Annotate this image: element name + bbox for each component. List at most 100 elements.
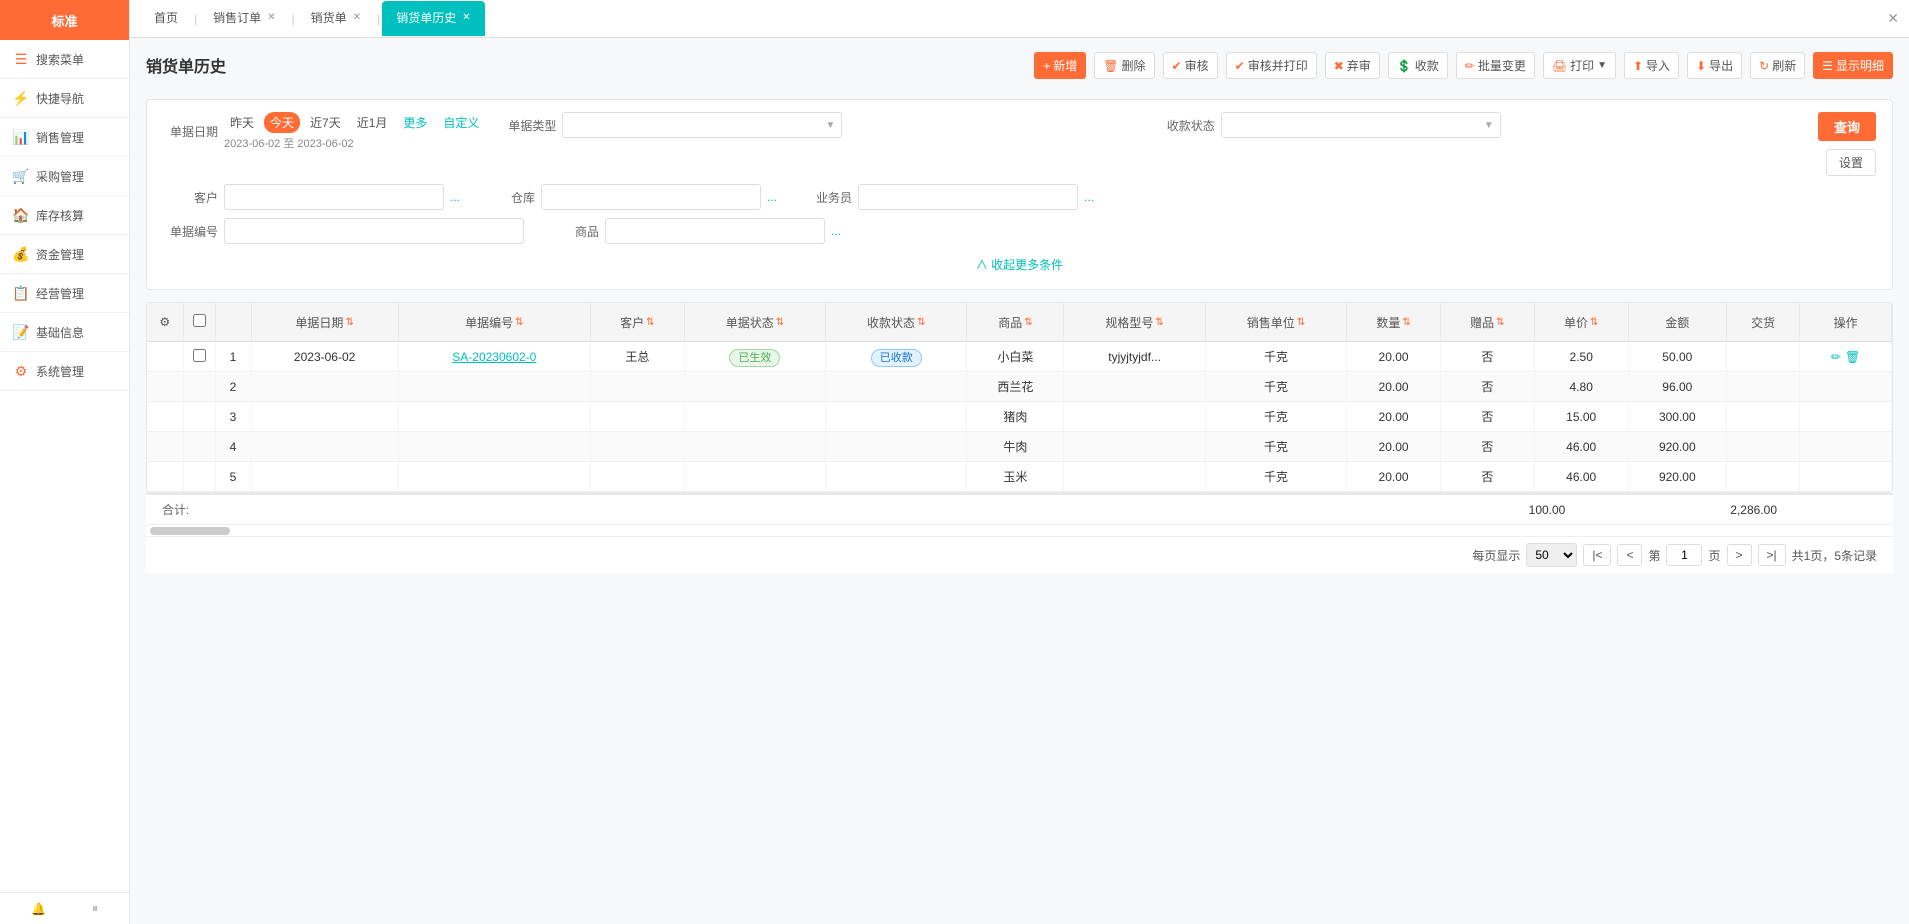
- goods-ellipsis[interactable]: ...: [831, 224, 841, 238]
- row-checkbox-cell: [183, 462, 215, 492]
- row-gift: 否: [1440, 372, 1534, 402]
- row-transaction: [1726, 342, 1799, 372]
- doc-no-input[interactable]: [224, 218, 524, 244]
- select-all-checkbox[interactable]: [193, 314, 206, 327]
- collapse-filter-btn[interactable]: ∧ 收起更多条件: [163, 252, 1876, 277]
- payment-status-select[interactable]: ▼: [1221, 112, 1501, 138]
- tab-sales-history[interactable]: 销货单历史 ✕: [382, 1, 484, 36]
- audit-button[interactable]: ✔ 审核: [1163, 52, 1218, 79]
- th-doc-date[interactable]: 单据日期⇅: [251, 303, 398, 342]
- audit-print-button[interactable]: ✔ 审核并打印: [1226, 52, 1317, 79]
- page-content: 销货单历史 + 新增 🗑 删除 ✔ 审核 ✔ 审核并打印: [130, 38, 1909, 924]
- tab-sales-order[interactable]: 销售订单 ✕: [199, 1, 289, 36]
- abandon-button[interactable]: ✖ 弃审: [1325, 52, 1380, 79]
- th-doc-status[interactable]: 单据状态⇅: [684, 303, 825, 342]
- delete-action-link[interactable]: 🗑: [1845, 350, 1860, 364]
- page-suffix: 页: [1708, 547, 1720, 564]
- doc-no-label: 单据编号: [163, 223, 218, 240]
- edit-action-link[interactable]: ✏: [1831, 350, 1841, 364]
- print-button[interactable]: 🖨 打印 ▼: [1543, 52, 1616, 79]
- customer-ellipsis[interactable]: ...: [450, 190, 460, 204]
- close-sales-delivery-icon[interactable]: ✕: [353, 12, 361, 23]
- scroll-thumb[interactable]: [150, 527, 230, 535]
- sidebar-item-ops-mgmt[interactable]: 📋 经营管理: [0, 274, 129, 313]
- tab-bar-close-all[interactable]: ✕: [1887, 10, 1899, 27]
- row-quantity: 20.00: [1347, 372, 1441, 402]
- sidebar-item-inventory[interactable]: 🏠 库存核算: [0, 196, 129, 235]
- current-page-input[interactable]: [1666, 544, 1702, 566]
- warehouse-input[interactable]: [541, 184, 761, 210]
- row-settings-cell: [147, 402, 183, 432]
- sidebar-item-basic-info[interactable]: 📝 基础信息: [0, 313, 129, 352]
- row-checkbox[interactable]: [193, 349, 206, 362]
- refresh-icon: ↻: [1759, 59, 1769, 73]
- sidebar-item-quick-nav[interactable]: ⚡ 快捷导航: [0, 79, 129, 118]
- th-goods[interactable]: 商品⇅: [967, 303, 1064, 342]
- sort-doc-date-icon: ⇅: [345, 317, 353, 328]
- per-page-select[interactable]: 50 100 200: [1526, 543, 1577, 567]
- th-spec[interactable]: 规格型号⇅: [1064, 303, 1205, 342]
- row-quantity: 20.00: [1347, 342, 1441, 372]
- th-unit-price[interactable]: 单价⇅: [1534, 303, 1628, 342]
- setting-button[interactable]: 设置: [1826, 149, 1876, 176]
- warehouse-ellipsis[interactable]: ...: [767, 190, 777, 204]
- last-page-button[interactable]: >|: [1758, 544, 1786, 566]
- date-tag-custom[interactable]: 自定义: [437, 112, 485, 133]
- first-page-button[interactable]: |<: [1583, 544, 1611, 566]
- prev-page-button[interactable]: <: [1617, 544, 1642, 566]
- settings-gear-icon[interactable]: ⚙: [153, 311, 177, 333]
- date-tag-more[interactable]: 更多: [397, 112, 433, 133]
- import-button[interactable]: ⬆ 导入: [1624, 52, 1679, 79]
- audit-icon: ✔: [1172, 59, 1182, 73]
- sidebar-item-search-menu[interactable]: ☰ 搜索菜单: [0, 40, 129, 79]
- row-quantity: 20.00: [1347, 462, 1441, 492]
- batch-change-button[interactable]: ✏ 批量变更: [1456, 52, 1535, 79]
- query-button[interactable]: 查询: [1818, 112, 1876, 141]
- date-tag-7days[interactable]: 近7天: [304, 112, 347, 133]
- close-sales-history-icon[interactable]: ✕: [462, 12, 470, 23]
- row-goods: 牛肉: [967, 432, 1064, 462]
- date-tag-today[interactable]: 今天: [264, 112, 300, 133]
- goods-input[interactable]: [605, 218, 825, 244]
- th-quantity[interactable]: 数量⇅: [1347, 303, 1441, 342]
- sidebar-item-purchase-mgmt[interactable]: 🛒 采购管理: [0, 157, 129, 196]
- doc-no-link[interactable]: SA-20230602-0: [452, 350, 536, 364]
- close-sales-order-icon[interactable]: ✕: [267, 12, 275, 23]
- horizontal-scrollbar[interactable]: [146, 524, 1893, 536]
- date-tag-1month[interactable]: 近1月: [351, 112, 394, 133]
- sidebar-footer-icon2[interactable]: ⏸: [92, 901, 98, 916]
- sidebar-item-sys-mgmt[interactable]: ⚙ 系统管理: [0, 352, 129, 391]
- sidebar-footer-icon1[interactable]: 🔔: [31, 902, 46, 916]
- row-payment-status: [826, 432, 967, 462]
- th-customer[interactable]: 客户⇅: [590, 303, 684, 342]
- date-tag-yesterday[interactable]: 昨天: [224, 112, 260, 133]
- row-gift: 否: [1440, 342, 1534, 372]
- th-unit[interactable]: 销售单位⇅: [1205, 303, 1346, 342]
- new-button[interactable]: + 新增: [1034, 52, 1086, 79]
- tab-home[interactable]: 首页: [140, 1, 192, 36]
- export-button[interactable]: ⬇ 导出: [1687, 52, 1742, 79]
- tab-bar: 首页 | 销售订单 ✕ | 销货单 ✕ | 销货单历史 ✕ ✕: [130, 0, 1909, 38]
- customer-label: 客户: [163, 189, 218, 206]
- row-spec: tyjyjtyjdf...: [1064, 342, 1205, 372]
- table-row: 4牛肉千克20.00否46.00920.00: [147, 432, 1892, 462]
- sidebar-item-sales-mgmt[interactable]: 📊 销售管理: [0, 118, 129, 157]
- th-gift[interactable]: 赠品⇅: [1440, 303, 1534, 342]
- search-menu-icon: ☰: [12, 50, 30, 68]
- doc-type-select[interactable]: ▼: [562, 112, 842, 138]
- sidebar-item-finance[interactable]: 💰 资金管理: [0, 235, 129, 274]
- customer-input[interactable]: [224, 184, 444, 210]
- delete-button[interactable]: 🗑 删除: [1094, 52, 1154, 79]
- show-details-button[interactable]: ☰ 显示明细: [1813, 52, 1893, 79]
- refresh-button[interactable]: ↻ 刷新: [1750, 52, 1805, 79]
- collect-button[interactable]: 💲 收款: [1388, 52, 1448, 79]
- tab-sales-delivery[interactable]: 销货单 ✕: [297, 1, 375, 36]
- row-unit: 千克: [1205, 342, 1346, 372]
- th-settings[interactable]: ⚙: [147, 303, 183, 342]
- salesperson-input[interactable]: [858, 184, 1078, 210]
- salesperson-ellipsis[interactable]: ...: [1084, 190, 1094, 204]
- total-info: 共1页，5条记录: [1792, 547, 1877, 564]
- next-page-button[interactable]: >: [1727, 544, 1752, 566]
- th-payment-status[interactable]: 收款状态⇅: [826, 303, 967, 342]
- th-doc-no[interactable]: 单据编号⇅: [398, 303, 590, 342]
